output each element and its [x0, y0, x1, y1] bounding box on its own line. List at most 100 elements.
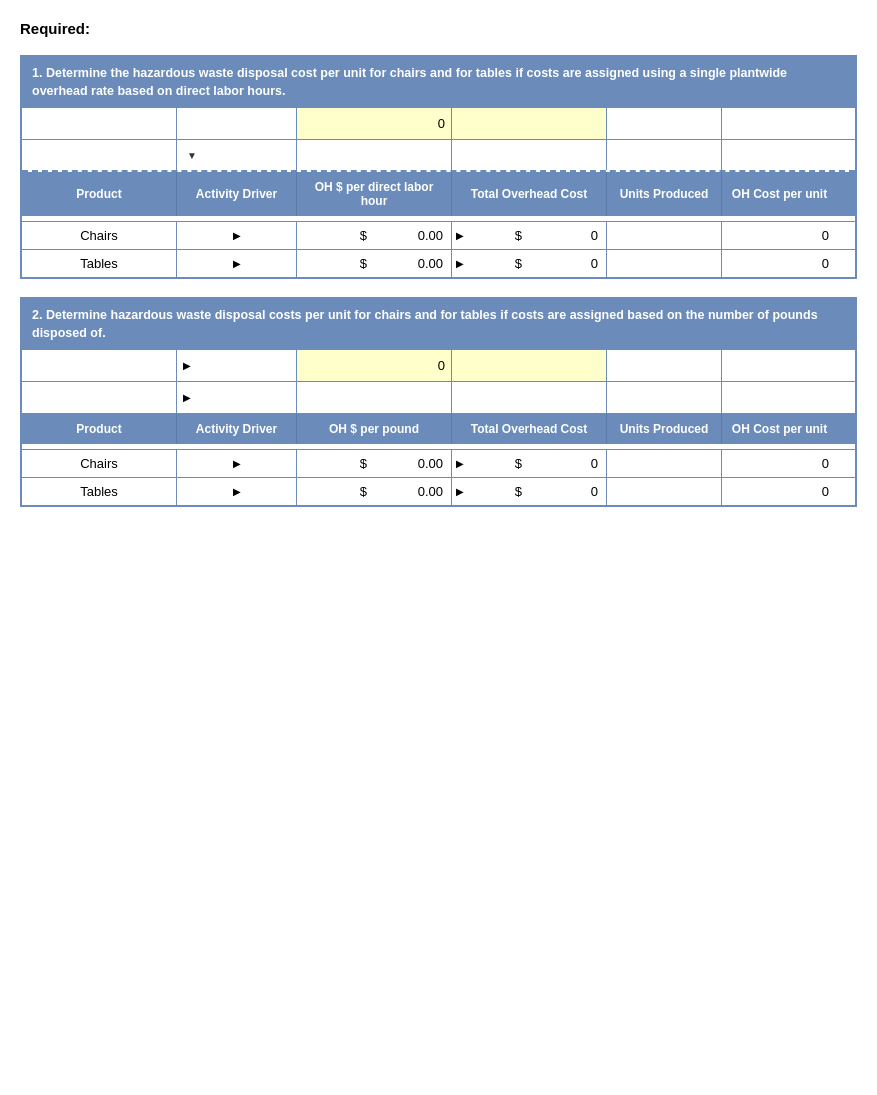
s2r1-col3-input[interactable]	[303, 358, 445, 373]
s1-tables-activity[interactable]: ▶	[177, 250, 297, 277]
s1-tables-total-arrow-icon: ▶	[456, 258, 464, 269]
s2-chairs-total-arrow-icon: ▶	[456, 458, 464, 469]
s1r2-col5	[607, 140, 722, 170]
s1-chairs-units[interactable]	[607, 222, 722, 249]
s1-tables-units-input[interactable]	[615, 256, 713, 271]
s1-chairs-product: Chairs	[22, 222, 177, 249]
col-header-units: Units Produced	[607, 414, 722, 444]
section1-rate-row-2: ▼	[22, 140, 855, 172]
s2-tables-units[interactable]	[607, 478, 722, 505]
s2r1-col4[interactable]	[452, 350, 607, 381]
s1r1-col6	[722, 108, 837, 139]
s1-chairs-oh-unit-input[interactable]	[730, 228, 829, 243]
s1r2-col2[interactable]: ▼	[177, 140, 297, 170]
dollar-sign: $	[360, 256, 367, 271]
col-header-oh-unit: OH Cost per unit	[722, 172, 837, 216]
s1-chairs-oh-rate[interactable]: $	[297, 222, 452, 249]
s2r1-col6	[722, 350, 837, 381]
s1-chairs-units-input[interactable]	[615, 228, 713, 243]
s1r2-col6	[722, 140, 837, 170]
s2-chairs-total-oh-input[interactable]	[528, 456, 598, 471]
section1-rate-row-1	[22, 108, 855, 140]
s2-chairs-units[interactable]	[607, 450, 722, 477]
dollar-sign: $	[515, 228, 522, 243]
col-header-oh-rate: OH $ per pound	[297, 414, 452, 444]
s2-chairs-units-input[interactable]	[615, 456, 713, 471]
s1-tables-total-oh-input[interactable]	[528, 256, 598, 271]
s2-chairs-activity[interactable]: ▶	[177, 450, 297, 477]
s1-chairs-total-arrow-icon: ▶	[456, 230, 464, 241]
s1r2-col4	[452, 140, 607, 170]
table-row: Tables ▶ $ ▶ $	[22, 250, 855, 277]
s1-tables-total-oh[interactable]: ▶ $	[452, 250, 607, 277]
s1-chairs-oh-unit[interactable]	[722, 222, 837, 249]
dollar-sign: $	[515, 456, 522, 471]
s2-chairs-total-oh[interactable]: ▶ $	[452, 450, 607, 477]
table-row: Chairs ▶ $ ▶ $	[22, 222, 855, 250]
s2-tables-product: Tables	[22, 478, 177, 505]
page-title: Required:	[20, 20, 857, 37]
s1r1-col4[interactable]	[452, 108, 607, 139]
s1r1-col3[interactable]	[297, 108, 452, 139]
s1-chairs-total-oh[interactable]: ▶ $	[452, 222, 607, 249]
s1-tables-product: Tables	[22, 250, 177, 277]
s2-chairs-arrow-icon: ▶	[233, 458, 241, 469]
col-header-product: Product	[22, 172, 177, 216]
dollar-sign: $	[360, 228, 367, 243]
s1r2-col3	[297, 140, 452, 170]
col-header-total-oh: Total Overhead Cost	[452, 172, 607, 216]
section1-col-headers: Product Activity Driver OH $ per direct …	[22, 172, 855, 216]
col-header-product: Product	[22, 414, 177, 444]
s2-tables-total-oh-input[interactable]	[528, 484, 598, 499]
s1-tables-oh-rate-input[interactable]	[373, 256, 443, 271]
s2r1-arrow-icon: ▶	[183, 360, 191, 371]
s2r1-col1	[22, 350, 177, 381]
section-2: 2. Determine hazardous waste disposal co…	[20, 297, 857, 507]
s2-tables-oh-unit[interactable]	[722, 478, 837, 505]
s2-tables-total-oh[interactable]: ▶ $	[452, 478, 607, 505]
s2-chairs-product: Chairs	[22, 450, 177, 477]
section2-rate-row-2: ▶	[22, 382, 855, 414]
section2-rate-row-1: ▶	[22, 350, 855, 382]
section2-col-headers: Product Activity Driver OH $ per pound T…	[22, 414, 855, 444]
s1-tables-arrow-icon: ▶	[233, 258, 241, 269]
s2-tables-arrow-icon: ▶	[233, 486, 241, 497]
s1-tables-oh-unit[interactable]	[722, 250, 837, 277]
s1-tables-units[interactable]	[607, 250, 722, 277]
s2r2-col2[interactable]: ▶	[177, 382, 297, 413]
col-header-activity: Activity Driver	[177, 172, 297, 216]
s1-chairs-total-oh-input[interactable]	[528, 228, 598, 243]
dollar-sign: $	[360, 484, 367, 499]
s2-tables-oh-rate-input[interactable]	[373, 484, 443, 499]
table-row: Chairs ▶ $ ▶ $	[22, 450, 855, 478]
s1-chairs-oh-rate-input[interactable]	[373, 228, 443, 243]
s2r1-col3[interactable]	[297, 350, 452, 381]
section-1: 1. Determine the hazardous waste disposa…	[20, 55, 857, 279]
dollar-sign: $	[515, 256, 522, 271]
s2-tables-activity[interactable]: ▶	[177, 478, 297, 505]
s2r2-col3	[297, 382, 452, 413]
s2-tables-oh-rate[interactable]: $	[297, 478, 452, 505]
s2r1-col5	[607, 350, 722, 381]
s2r2-col5	[607, 382, 722, 413]
dollar-sign: $	[515, 484, 522, 499]
s2-tables-oh-unit-input[interactable]	[730, 484, 829, 499]
s1r1-col3-input[interactable]	[303, 116, 445, 131]
s1-tables-oh-unit-input[interactable]	[730, 256, 829, 271]
s2-chairs-oh-rate-input[interactable]	[373, 456, 443, 471]
s1r1-col5	[607, 108, 722, 139]
s2r2-col6	[722, 382, 837, 413]
s2r1-col2[interactable]: ▶	[177, 350, 297, 381]
s2-tables-units-input[interactable]	[615, 484, 713, 499]
s1-tables-oh-rate[interactable]: $	[297, 250, 452, 277]
s2-chairs-oh-unit-input[interactable]	[730, 456, 829, 471]
s2-chairs-oh-unit[interactable]	[722, 450, 837, 477]
s2-tables-total-arrow-icon: ▶	[456, 486, 464, 497]
s2r2-col4	[452, 382, 607, 413]
s2-chairs-oh-rate[interactable]: $	[297, 450, 452, 477]
col-header-units: Units Produced	[607, 172, 722, 216]
section-1-header: 1. Determine the hazardous waste disposa…	[22, 57, 855, 108]
s1r1-col1	[22, 108, 177, 139]
col-header-total-oh: Total Overhead Cost	[452, 414, 607, 444]
s1-chairs-activity[interactable]: ▶	[177, 222, 297, 249]
